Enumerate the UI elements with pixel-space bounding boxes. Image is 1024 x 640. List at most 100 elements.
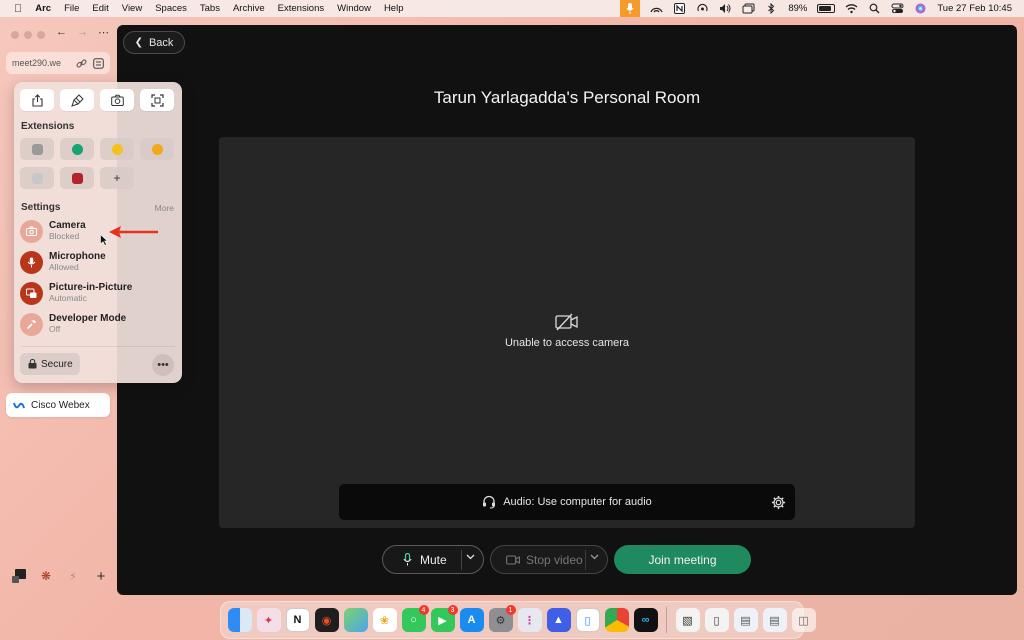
join-meeting-button[interactable]: Join meeting [614,545,751,574]
nordvpn-app-icon[interactable]: ▲ [546,608,571,632]
annotation-arrow-icon [109,226,158,238]
permission-name: Microphone [49,251,106,262]
secure-connection-button[interactable]: Secure [20,353,80,375]
chrome-app-icon[interactable] [604,608,629,632]
capture-button[interactable] [140,89,174,111]
microphone-permission-icon [20,250,43,274]
mic-in-use-icon[interactable] [620,0,641,17]
forward-arrow-icon[interactable]: → [77,26,88,39]
simulator-app-icon[interactable]: ▯ [575,608,600,632]
back-arrow-icon[interactable]: ← [56,26,67,39]
recent-item-2-icon[interactable]: ▯ [704,608,729,632]
close-window-button[interactable] [11,31,19,39]
dock: ✦ N ◉ ❀ ○ 4 ▶ 3 A ⚙ 1 ⋮ ▲ ▯ ∞ ▧ ▯ ▤ ▤ ◫ [220,601,816,639]
extension-4-button[interactable] [140,138,174,160]
add-extension-button[interactable]: + [100,167,134,189]
photos-app-icon[interactable]: ❀ [372,608,397,632]
recent-item-1-icon[interactable]: ▧ [675,608,700,632]
menu-archive[interactable]: Archive [233,3,265,14]
window-controls [11,31,50,39]
webex-app-icon[interactable]: ∞ [633,608,658,632]
recent-item-4-icon[interactable]: ▤ [762,608,787,632]
screen-mirroring-icon[interactable] [742,3,755,14]
bluetooth-icon[interactable] [765,3,778,14]
siri-icon[interactable] [914,3,927,14]
menu-view[interactable]: View [122,3,142,14]
extension-4-icon [151,143,163,155]
permission-state: Allowed [49,262,79,272]
menu-edit[interactable]: Edit [92,3,108,14]
spotlight-search-icon[interactable] [868,3,881,14]
audio-settings-bar[interactable]: Audio: Use computer for audio [339,484,795,520]
menu-app-name[interactable]: Arc [35,3,51,14]
battery-icon[interactable] [817,4,836,13]
arc-app-icon[interactable]: ✦ [256,608,281,632]
menu-help[interactable]: Help [384,3,404,14]
volume-icon[interactable] [719,3,732,14]
permission-name: Picture-in-Picture [49,282,133,293]
airdrop-icon[interactable] [696,3,709,14]
control-center-icon[interactable] [891,3,904,14]
settings-more-link[interactable]: More [155,203,174,213]
notion-tray-icon[interactable] [673,3,686,14]
tab-label: Cisco Webex [31,399,90,411]
video-camera-icon [506,554,520,565]
menu-file[interactable]: File [64,3,79,14]
cast-icon[interactable] [650,3,663,14]
menu-spaces[interactable]: Spaces [155,3,187,14]
gear-icon[interactable] [771,495,786,510]
permission-picture-in-picture[interactable]: Picture-in-Picture Automatic [20,280,170,306]
notion-app-icon[interactable]: N [285,608,310,632]
library-icon[interactable] [12,569,26,583]
tab-cisco-webex[interactable]: Cisco Webex [6,393,110,417]
extension-2-button[interactable] [60,138,94,160]
new-space-button[interactable]: + [94,568,108,585]
mute-button[interactable]: Mute [382,545,484,574]
trash-icon[interactable]: ◫ [791,608,816,632]
maps-app-icon[interactable] [343,608,368,632]
site-controls-icon[interactable] [93,57,104,69]
chevron-down-icon[interactable] [590,554,599,560]
apple-menu-icon[interactable]:  [14,3,22,15]
system-settings-icon[interactable]: ⚙ 1 [488,605,516,632]
share-button[interactable] [20,89,54,111]
zoom-window-button[interactable] [37,31,45,39]
menu-window[interactable]: Window [337,3,371,14]
camera-off-icon [555,313,578,331]
lock-icon [28,359,37,369]
finder-icon[interactable] [227,608,252,632]
recent-item-3-icon[interactable]: ▤ [733,608,758,632]
menu-tabs[interactable]: Tabs [200,3,220,14]
facetime-app-icon[interactable]: ▶ 3 [430,605,458,632]
menu-extensions[interactable]: Extensions [278,3,324,14]
wifi-icon[interactable] [845,3,858,14]
url-text[interactable]: meet290.we [12,58,70,68]
chevron-down-icon[interactable] [466,554,475,560]
messages-app-icon[interactable]: ○ 4 [401,605,429,632]
audio-label: Audio: Use computer for audio [503,496,652,508]
extension-6-button[interactable] [60,167,94,189]
mute-label: Mute [420,552,447,567]
extension-1-button[interactable] [20,138,54,160]
permission-microphone[interactable]: Microphone Allowed [20,249,170,275]
app-store-icon[interactable]: A [459,608,484,632]
extension-5-button[interactable] [20,167,54,189]
sidebar-more-icon[interactable]: ⋯ [98,26,109,39]
figma-app-icon[interactable]: ◉ [314,608,339,632]
address-bar[interactable]: meet290.we [6,52,110,74]
menu-clock[interactable]: Tue 27 Feb 10:45 [937,3,1012,14]
permission-developer-mode[interactable]: Developer Mode Off [20,311,170,337]
screenshot-button[interactable] [100,89,134,111]
extension-3-button[interactable] [100,138,134,160]
camera-icon [110,94,124,106]
webex-logo-icon [13,402,25,408]
bolt-icon[interactable]: ⚡ [66,569,80,583]
more-options-button[interactable]: ••• [152,354,174,376]
minimize-window-button[interactable] [24,31,32,39]
boost-button[interactable] [60,89,94,111]
stop-video-button[interactable]: Stop video [490,545,608,574]
back-button[interactable]: ❮ Back [123,31,185,54]
space-icon[interactable]: ❋ [39,569,53,583]
launchpad-icon[interactable]: ⋮ [517,608,542,632]
copy-link-icon[interactable] [76,58,87,69]
